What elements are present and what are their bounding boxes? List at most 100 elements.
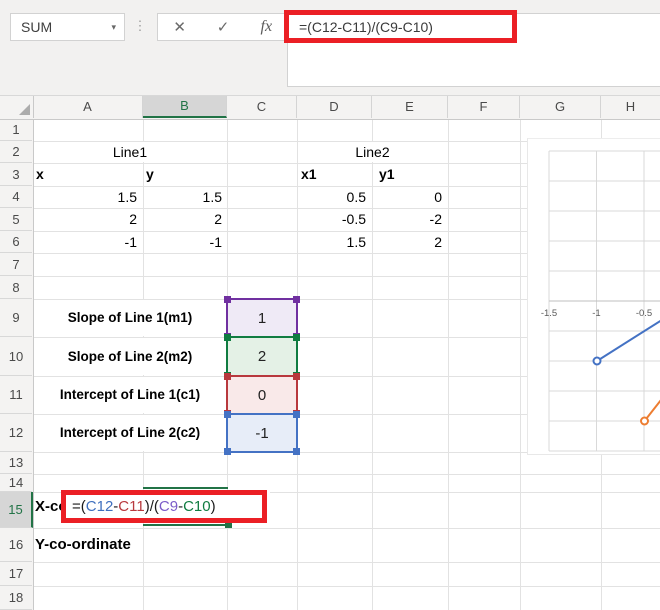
row-header-15[interactable]: 15 <box>0 492 33 528</box>
cell-C12-value: -1 <box>255 424 269 442</box>
cell-A5[interactable]: 2 <box>35 209 137 230</box>
column-header-D[interactable]: D <box>297 95 372 118</box>
column-header-A[interactable]: A <box>33 95 143 118</box>
tick-label: -1 <box>592 308 600 319</box>
handle-icon[interactable] <box>293 334 300 341</box>
cell-C9-value: 1 <box>257 309 267 327</box>
excel-window: SUM ▾ ⋮ ✕ ✓ fx =(C12-C11)/(C9-C10) A B C… <box>0 0 660 610</box>
column-header-F[interactable]: F <box>448 95 520 118</box>
cell-C12-highlighted[interactable]: -1 <box>224 411 300 455</box>
cell-B5[interactable]: 2 <box>145 209 222 230</box>
row-header-17[interactable]: 17 <box>0 562 32 586</box>
cell-label-x[interactable]: x <box>36 164 44 185</box>
cell-C10-value: 2 <box>257 348 267 365</box>
row-header-13[interactable]: 13 <box>0 452 32 474</box>
cell-E4[interactable]: 0 <box>374 187 442 207</box>
chevron-down-icon[interactable]: ▾ <box>111 22 124 33</box>
cell-D5[interactable]: -0.5 <box>299 209 366 230</box>
cancel-icon[interactable]: ✕ <box>158 18 201 36</box>
name-box-value: SUM <box>21 19 53 35</box>
cell-line2-title[interactable]: Line2 <box>298 142 447 162</box>
scatter-chart[interactable]: -1.5 -1 -0.5 <box>527 138 660 455</box>
name-box[interactable]: SUM ▾ <box>10 13 125 41</box>
tick-label: -1.5 <box>541 308 557 319</box>
handle-icon[interactable] <box>293 411 300 418</box>
insert-function-icon[interactable]: fx <box>245 18 288 36</box>
gridline-horizontal <box>33 562 660 563</box>
cell-A4[interactable]: 1.5 <box>35 187 137 207</box>
gridline-vertical <box>372 119 373 610</box>
formula-bar-text[interactable]: =(C12-C11)/(C9-C10) <box>299 14 433 40</box>
formula-segment: ) <box>210 498 216 515</box>
formula-ref-C11: C11 <box>118 498 145 515</box>
series-line2-marker[interactable] <box>640 416 649 426</box>
row-header-7[interactable]: 7 <box>0 253 32 276</box>
handle-icon[interactable] <box>224 448 231 455</box>
tick-label: -0.5 <box>636 308 652 319</box>
label-slope-line2[interactable]: Slope of Line 2(m2) <box>34 338 226 375</box>
handle-icon[interactable] <box>224 296 231 303</box>
row-header-2[interactable]: 2 <box>0 141 32 163</box>
fill-handle-icon[interactable] <box>225 521 232 528</box>
cell-E6[interactable]: 2 <box>374 232 442 252</box>
label-intercept-line2[interactable]: Intercept of Line 2(c2) <box>34 415 226 451</box>
formula-bar-strip: SUM ▾ ⋮ ✕ ✓ fx =(C12-C11)/(C9-C10) <box>0 0 660 96</box>
enter-icon[interactable]: ✓ <box>201 18 244 36</box>
cell-label-x1[interactable]: x1 <box>301 164 317 185</box>
cell-label-y1[interactable]: y1 <box>379 164 395 185</box>
column-header-H[interactable]: H <box>601 95 660 118</box>
handle-icon[interactable] <box>224 411 231 418</box>
row-header-4[interactable]: 4 <box>0 186 32 208</box>
label-slope-line1[interactable]: Slope of Line 1(m1) <box>34 300 226 336</box>
column-header-G[interactable]: G <box>520 95 601 118</box>
formula-segment: )/( <box>144 498 159 515</box>
in-cell-formula[interactable]: =(C12-C11)/(C9-C10) <box>72 491 216 522</box>
cell-D4[interactable]: 0.5 <box>299 187 366 207</box>
formula-ref-C12: C12 <box>85 498 114 515</box>
row-header-14[interactable]: 14 <box>0 474 32 492</box>
row-header-1[interactable]: 1 <box>0 119 32 141</box>
row-header-18[interactable]: 18 <box>0 586 32 610</box>
row-header-8[interactable]: 8 <box>0 276 32 299</box>
handle-icon[interactable] <box>293 373 300 380</box>
row-header-9[interactable]: 9 <box>0 299 32 337</box>
row-header-16[interactable]: 16 <box>0 528 32 562</box>
column-header-C[interactable]: C <box>227 95 297 118</box>
handle-icon[interactable] <box>224 334 231 341</box>
row-header-6[interactable]: 6 <box>0 231 32 253</box>
row-header-11[interactable]: 11 <box>0 376 32 414</box>
handle-icon[interactable] <box>293 448 300 455</box>
series-line1-marker[interactable] <box>592 356 602 366</box>
formula-ref-C10: C10 <box>183 498 211 515</box>
label-intercept-line1[interactable]: Intercept of Line 1(c1) <box>34 377 226 413</box>
series-line1[interactable] <box>596 319 660 362</box>
row-header-5[interactable]: 5 <box>0 208 32 231</box>
cell-E5[interactable]: -2 <box>374 209 442 230</box>
formula-ref-C9: C9 <box>158 498 179 515</box>
chart-x-tick-labels: -1.5 -1 -0.5 <box>541 308 652 319</box>
handle-icon[interactable] <box>293 296 300 303</box>
row-header-3[interactable]: 3 <box>0 163 32 186</box>
cell-C9-highlighted[interactable]: 1 <box>224 296 300 340</box>
cell-C10-highlighted[interactable]: 2 <box>224 334 300 379</box>
cell-A16-label[interactable]: Y-co-ordinate <box>35 529 131 561</box>
chart-canvas: -1.5 -1 -0.5 <box>541 150 660 452</box>
gridline-vertical <box>448 119 449 610</box>
select-all-triangle-icon <box>19 104 30 115</box>
edit-cell-bottom-border <box>143 524 229 526</box>
select-all-corner[interactable] <box>0 95 34 118</box>
cell-B4[interactable]: 1.5 <box>145 187 222 207</box>
handle-icon[interactable] <box>224 373 231 380</box>
column-header-B[interactable]: B <box>143 95 227 118</box>
gridline-horizontal <box>33 474 660 475</box>
cell-D6[interactable]: 1.5 <box>299 232 366 252</box>
cell-line1-title[interactable]: Line1 <box>34 142 226 162</box>
cell-A6[interactable]: -1 <box>35 232 137 252</box>
cell-C11-value: 0 <box>257 386 267 404</box>
cell-label-y[interactable]: y <box>146 164 154 185</box>
row-header-10[interactable]: 10 <box>0 337 32 376</box>
cell-B6[interactable]: -1 <box>145 232 222 252</box>
column-header-E[interactable]: E <box>372 95 448 118</box>
row-header-12[interactable]: 12 <box>0 414 32 452</box>
cell-C11-highlighted[interactable]: 0 <box>224 373 300 417</box>
